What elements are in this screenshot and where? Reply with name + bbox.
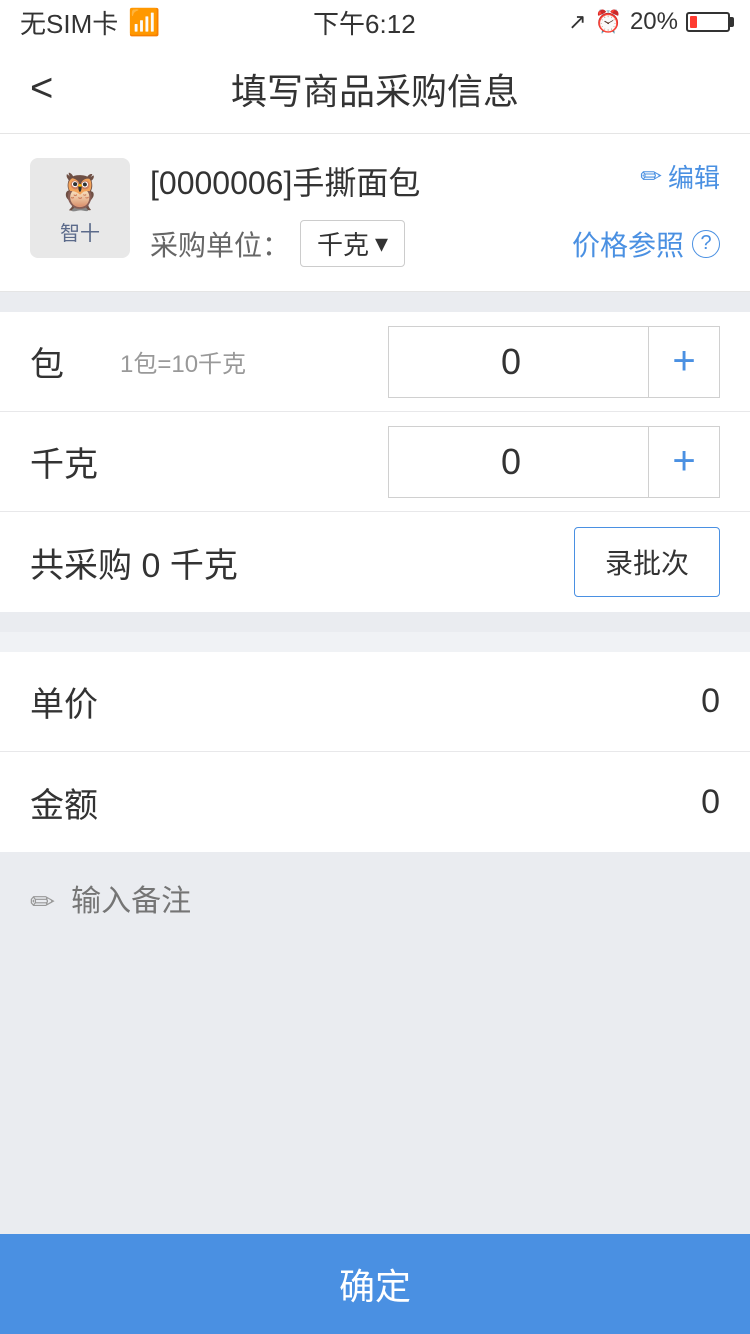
brand-label: 智十: [60, 217, 100, 246]
sim-text: 无SIM卡: [20, 4, 118, 41]
bag-quantity-input[interactable]: [388, 326, 648, 398]
amount-label: 金额: [30, 778, 98, 827]
page-title: 填写商品采购信息: [231, 63, 519, 115]
kg-quantity-input[interactable]: [388, 426, 648, 498]
product-info: [0000006]手撕面包 ✏ 编辑 采购单位： 千克 ▾ 价格参照 ?: [150, 158, 720, 267]
pencil-icon: ✏: [30, 885, 55, 920]
help-icon: ?: [692, 230, 720, 258]
kg-input-row: 千克 +: [0, 412, 750, 512]
product-section: 🦉 智十 [0000006]手撕面包 ✏ 编辑 采购单位： 千克 ▾ 价格参照: [0, 134, 750, 292]
price-ref-label: 价格参照: [572, 224, 684, 264]
wifi-icon: 📶: [128, 7, 160, 38]
total-unit: 千克: [170, 547, 238, 585]
battery-fill: [690, 16, 697, 28]
section-divider-1: [0, 292, 750, 312]
status-time: 下午6:12: [313, 4, 416, 41]
total-row: 共采购 0 千克 录批次: [0, 512, 750, 612]
product-meta: 采购单位： 千克 ▾ 价格参照 ?: [150, 220, 720, 267]
kg-label: 千克: [30, 437, 110, 486]
unit-label: 采购单位：: [150, 224, 290, 264]
total-quantity: 0: [141, 547, 160, 585]
back-button[interactable]: <: [30, 66, 53, 111]
brand-icon: 🦉: [58, 171, 103, 213]
unit-price-value: 0: [701, 682, 720, 721]
unit-select[interactable]: 千克 ▾: [300, 220, 405, 267]
status-left: 无SIM卡 📶: [20, 4, 161, 41]
nav-bar: < 填写商品采购信息: [0, 44, 750, 134]
edit-label: 编辑: [668, 158, 720, 195]
notes-input[interactable]: [71, 885, 720, 919]
alarm-icon: ⏰: [595, 9, 622, 35]
kg-input-right: +: [388, 426, 720, 498]
total-text: 共采购 0 千克: [30, 538, 238, 587]
confirm-button[interactable]: 确定: [0, 1234, 750, 1334]
location-icon: ↗: [568, 9, 586, 35]
input-section: 包 1包=10千克 + 千克 +: [0, 312, 750, 512]
chevron-down-icon: ▾: [375, 228, 388, 259]
unit-price-row: 单价 0: [0, 652, 750, 752]
bag-sublabel: 1包=10千克: [120, 344, 246, 379]
bag-plus-button[interactable]: +: [648, 326, 720, 398]
product-name: [0000006]手撕面包: [150, 158, 420, 204]
kg-plus-button[interactable]: +: [648, 426, 720, 498]
amount-row: 金额 0: [0, 752, 750, 852]
section-divider-2: [0, 612, 750, 632]
price-ref-button[interactable]: 价格参照 ?: [572, 224, 720, 264]
product-image: 🦉 智十: [30, 158, 130, 258]
battery-percent: 20%: [630, 8, 678, 36]
batch-button[interactable]: 录批次: [574, 527, 720, 597]
unit-price-label: 单价: [30, 677, 98, 726]
edit-icon: ✏: [640, 161, 662, 192]
bag-input-right: +: [388, 326, 720, 398]
status-bar: 无SIM卡 📶 下午6:12 ↗ ⏰ 20%: [0, 0, 750, 44]
price-section: 单价 0 金额 0: [0, 652, 750, 852]
bottom-space: [0, 952, 750, 1252]
amount-value: 0: [701, 783, 720, 822]
battery-indicator: [686, 12, 730, 32]
edit-button[interactable]: ✏ 编辑: [640, 158, 720, 195]
notes-section: ✏: [0, 852, 750, 952]
product-header: [0000006]手撕面包 ✏ 编辑: [150, 158, 720, 204]
bag-input-row: 包 1包=10千克 +: [0, 312, 750, 412]
unit-section: 采购单位： 千克 ▾: [150, 220, 405, 267]
status-right: ↗ ⏰ 20%: [568, 8, 730, 36]
bag-label: 包: [30, 337, 110, 386]
unit-value: 千克: [317, 225, 369, 262]
